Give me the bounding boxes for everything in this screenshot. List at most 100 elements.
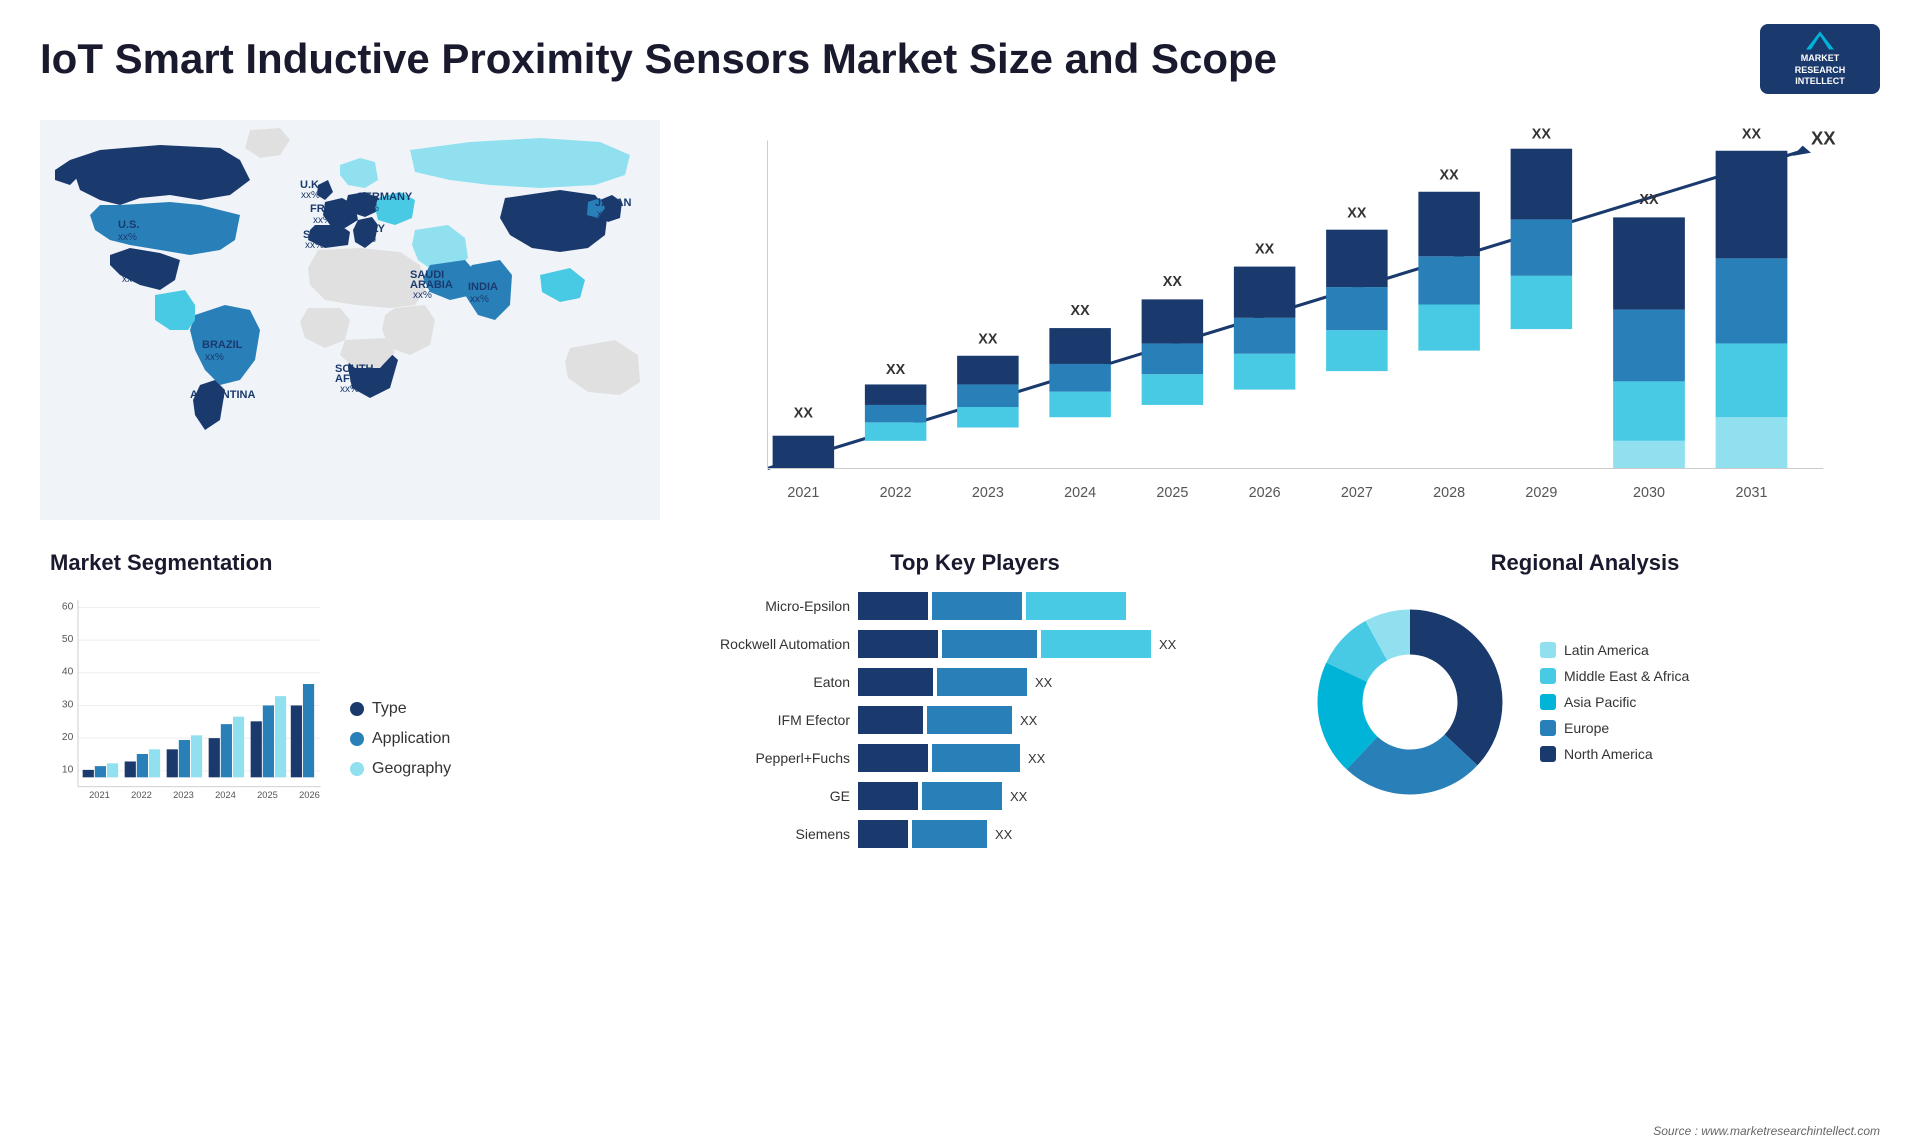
svg-text:xx%: xx% (533, 224, 552, 235)
svg-text:xx%: xx% (118, 232, 137, 243)
svg-text:40: 40 (62, 667, 74, 678)
player-bars: XX (858, 744, 1260, 772)
player-name: Eaton (690, 674, 850, 690)
legend-latin-america: Latin America (1540, 642, 1689, 658)
logo-text: MARKETRESEARCHINTELLECT (1795, 53, 1846, 88)
donut-chart-svg (1300, 592, 1520, 812)
map-label-japan: JAPAN (595, 197, 632, 209)
type-dot (350, 702, 364, 716)
svg-text:XX: XX (1347, 205, 1367, 221)
svg-text:10: 10 (62, 765, 74, 776)
regional-title: Regional Analysis (1300, 550, 1870, 576)
application-dot (350, 732, 364, 746)
bar-mid (927, 706, 1012, 734)
legend-north-america: North America (1540, 746, 1689, 762)
player-row-pepperl: Pepperl+Fuchs XX (690, 744, 1260, 772)
svg-text:xx%: xx% (597, 209, 616, 220)
world-map-svg: CANADA xx% U.S. xx% MEXICO xx% BRAZIL xx… (40, 120, 660, 520)
svg-text:xx%: xx% (305, 240, 324, 251)
map-label-india: INDIA (468, 281, 498, 293)
svg-text:2029: 2029 (1525, 485, 1557, 501)
bar-mid (937, 668, 1027, 696)
legend-application: Application (350, 730, 451, 748)
middle-east-color (1540, 668, 1556, 684)
svg-text:xx%: xx% (313, 215, 332, 226)
svg-text:xx%: xx% (198, 402, 217, 413)
svg-text:2027: 2027 (1341, 485, 1373, 501)
north-america-label: North America (1564, 746, 1653, 762)
svg-text:xx%: xx% (357, 234, 376, 245)
player-bars: XX (858, 782, 1260, 810)
svg-text:XX: XX (978, 331, 998, 347)
header: IoT Smart Inductive Proximity Sensors Ma… (0, 0, 1920, 110)
svg-text:2026: 2026 (299, 790, 320, 800)
player-bars: XX (858, 630, 1260, 658)
svg-text:XX: XX (1163, 274, 1183, 290)
regional-section: Regional Analysis (1280, 540, 1890, 868)
player-row-ifm: IFM Efector XX (690, 706, 1260, 734)
bar-mid (922, 782, 1002, 810)
svg-text:2026: 2026 (1249, 485, 1281, 501)
bar-dark (858, 820, 908, 848)
bar-mid (942, 630, 1037, 658)
svg-text:2023: 2023 (972, 485, 1004, 501)
bar-dark (858, 782, 918, 810)
bottom-left: Market Segmentation 60 50 40 30 20 10 (30, 540, 670, 868)
legend-geography: Geography (350, 760, 451, 778)
europe-color (1540, 720, 1556, 736)
player-bars: XX (858, 706, 1260, 734)
page-title: IoT Smart Inductive Proximity Sensors Ma… (40, 35, 1277, 83)
svg-text:2024: 2024 (1064, 485, 1096, 501)
svg-text:2025: 2025 (257, 790, 278, 800)
svg-text:2028: 2028 (1433, 485, 1465, 501)
svg-text:2022: 2022 (880, 485, 912, 501)
svg-text:2023: 2023 (173, 790, 194, 800)
player-value: XX (995, 827, 1012, 842)
svg-text:xx%: xx% (470, 294, 489, 305)
legend-middle-east: Middle East & Africa (1540, 668, 1689, 684)
player-row-rockwell: Rockwell Automation XX (690, 630, 1260, 658)
player-value: XX (1028, 751, 1045, 766)
svg-text:xx%: xx% (360, 203, 379, 214)
world-map-section: CANADA xx% U.S. xx% MEXICO xx% BRAZIL xx… (30, 110, 670, 540)
svg-text:XX: XX (1742, 126, 1762, 142)
svg-text:2021: 2021 (89, 790, 110, 800)
svg-text:XX: XX (1255, 241, 1275, 257)
north-america-color (1540, 746, 1556, 762)
player-name: GE (690, 788, 850, 804)
asia-pacific-color (1540, 694, 1556, 710)
player-bars: XX (858, 668, 1260, 696)
svg-text:2022: 2022 (131, 790, 152, 800)
seg-chart-svg: 60 50 40 30 20 10 (50, 588, 330, 808)
player-bars (858, 592, 1260, 620)
bar-chart-section: XX XX 2021 XX 2022 XX (670, 110, 1890, 540)
svg-text:60: 60 (62, 601, 74, 612)
player-name: Micro-Epsilon (690, 598, 850, 614)
bar-dark (858, 744, 928, 772)
europe-label: Europe (1564, 720, 1609, 736)
source-text: Source : www.marketresearchintellect.com (1653, 1124, 1880, 1138)
main-content: CANADA xx% U.S. xx% MEXICO xx% BRAZIL xx… (0, 110, 1920, 868)
player-row-eaton: Eaton XX (690, 668, 1260, 696)
latin-america-label: Latin America (1564, 642, 1649, 658)
segmentation-title: Market Segmentation (50, 550, 650, 576)
svg-text:2030: 2030 (1633, 485, 1665, 501)
svg-text:XX: XX (886, 362, 906, 378)
bar-mid (912, 820, 987, 848)
player-value: XX (1035, 675, 1052, 690)
middle-east-label: Middle East & Africa (1564, 668, 1689, 684)
legend-type: Type (350, 700, 451, 718)
player-bars: XX (858, 820, 1260, 848)
svg-text:xx%: xx% (340, 384, 359, 395)
player-name: IFM Efector (690, 712, 850, 728)
map-label-argentina: ARGENTINA (190, 389, 255, 401)
application-label: Application (372, 730, 450, 748)
geography-dot (350, 762, 364, 776)
key-players-title: Top Key Players (690, 550, 1260, 576)
player-name: Pepperl+Fuchs (690, 750, 850, 766)
svg-text:XX: XX (1639, 192, 1659, 208)
logo: MARKETRESEARCHINTELLECT (1760, 24, 1880, 94)
player-name: Rockwell Automation (690, 636, 850, 652)
bar-light (1041, 630, 1151, 658)
svg-text:2021: 2021 (787, 485, 819, 501)
